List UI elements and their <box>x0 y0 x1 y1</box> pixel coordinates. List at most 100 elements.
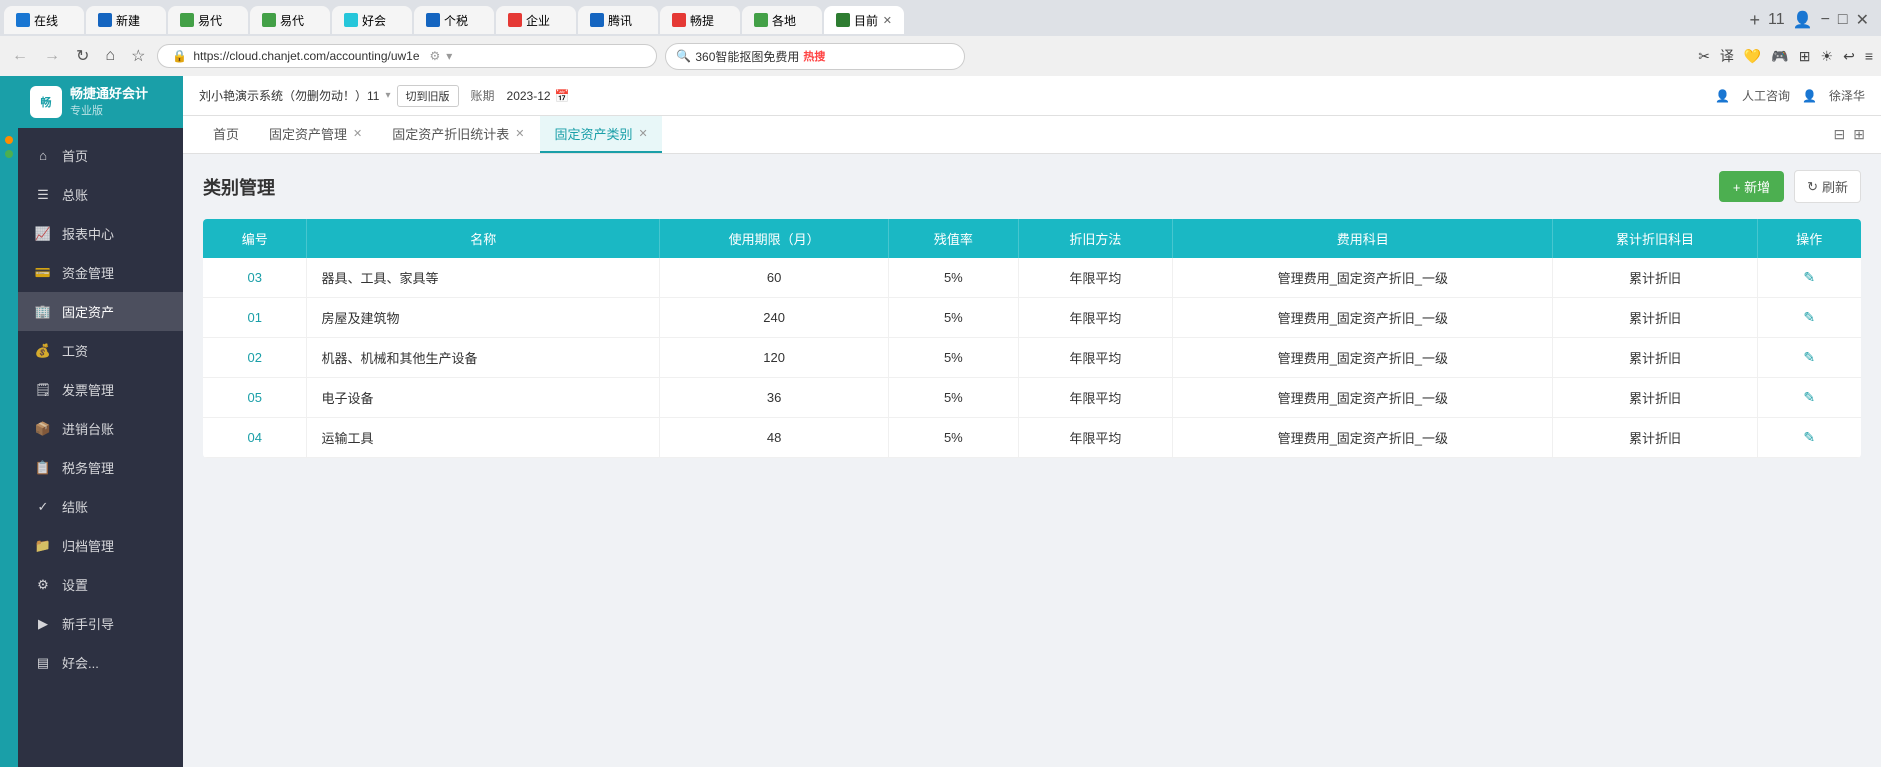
content-tabs: 首页固定资产管理✕固定资产折旧统计表✕固定资产类别✕ ⊟ ⊞ <box>183 116 1881 154</box>
search-area[interactable]: 🔍 360智能抠图免费用 热搜 <box>665 43 965 70</box>
edit-icon[interactable]: ✎ <box>1803 429 1815 445</box>
user-dropdown-arrow[interactable]: ▾ <box>385 90 390 101</box>
sidebar-item-archive[interactable]: 📁归档管理 <box>18 526 183 565</box>
table-header-cell: 折旧方法 <box>1018 219 1172 258</box>
sidebar-item-guide[interactable]: ▶新手引导 <box>18 604 183 643</box>
user-display-name[interactable]: 徐泽华 <box>1829 87 1865 104</box>
browser-tab-tab5[interactable]: 好会 <box>332 6 412 34</box>
add-button[interactable]: + 新增 <box>1719 171 1784 202</box>
cell-code[interactable]: 04 <box>203 418 307 458</box>
menu-icon[interactable]: ≡ <box>1865 48 1873 64</box>
wallet-icon[interactable]: 💛 <box>1744 48 1761 65</box>
new-tab-button[interactable]: + <box>1744 10 1767 31</box>
user-name[interactable]: 刘小艳演示系统（勿删勿动！）11 <box>199 87 379 104</box>
nav-icon-fixed_asset: 🏢 <box>34 303 52 321</box>
collapse-icon[interactable]: ⊟ <box>1834 126 1846 143</box>
cell-edit[interactable]: ✎ <box>1757 298 1861 338</box>
sun-icon[interactable]: ☀ <box>1821 48 1834 65</box>
cell-method: 年限平均 <box>1018 418 1172 458</box>
left-accent-bar <box>0 76 18 767</box>
cell-code[interactable]: 01 <box>203 298 307 338</box>
sidebar-item-settings[interactable]: ⚙设置 <box>18 565 183 604</box>
game-icon[interactable]: 🎮 <box>1771 48 1788 65</box>
sidebar-item-home[interactable]: ⌂首页 <box>18 136 183 175</box>
minimize-icon[interactable]: − <box>1821 11 1830 29</box>
edit-icon[interactable]: ✎ <box>1803 269 1815 285</box>
browser-tab-tab10[interactable]: 各地 <box>742 6 822 34</box>
undo-icon[interactable]: ↩ <box>1843 48 1855 65</box>
sidebar-item-stock[interactable]: 📦进销台账 <box>18 409 183 448</box>
scissors-icon[interactable]: ✂ <box>1698 48 1710 65</box>
sidebar-item-invoice[interactable]: 🗒发票管理 <box>18 370 183 409</box>
expand-icon: ⚙ <box>430 49 441 63</box>
sidebar-item-payroll[interactable]: 💰工资 <box>18 331 183 370</box>
content-tab-fixed_asset_mgmt[interactable]: 固定资产管理✕ <box>255 116 376 153</box>
sidebar-item-report[interactable]: 📈报表中心 <box>18 214 183 253</box>
browser-tab-label: 易代 <box>280 12 318 29</box>
sidebar-item-tax[interactable]: 📋税务管理 <box>18 448 183 487</box>
switch-version-button[interactable]: 切到旧版 <box>397 85 459 107</box>
app-container: 畅 畅捷通好会计 专业版 ⌂首页☰总账📈报表中心💳资金管理🏢固定资产💰工资🗒发票… <box>0 76 1881 767</box>
browser-tab-tab4[interactable]: 易代 <box>250 6 330 34</box>
cell-edit[interactable]: ✎ <box>1757 378 1861 418</box>
cell-accumulated: 累计折旧 <box>1553 298 1757 338</box>
browser-tab-tab9[interactable]: 畅提 <box>660 6 740 34</box>
browser-tab-close-icon[interactable]: ✕ <box>883 14 892 27</box>
browser-tab-tab2[interactable]: 新建 <box>86 6 166 34</box>
grid-icon[interactable]: ⊞ <box>1799 48 1811 65</box>
close-window-icon[interactable]: ✕ <box>1856 10 1869 30</box>
home-button[interactable]: ⌂ <box>101 45 119 67</box>
maximize-icon[interactable]: □ <box>1838 11 1848 29</box>
sidebar-item-fund[interactable]: 💳资金管理 <box>18 253 183 292</box>
forward-button[interactable]: → <box>40 45 64 67</box>
nav-icon-tax: 📋 <box>34 459 52 477</box>
cell-code[interactable]: 05 <box>203 378 307 418</box>
cell-method: 年限平均 <box>1018 258 1172 298</box>
nav-label-home: 首页 <box>62 146 88 165</box>
edit-icon[interactable]: ✎ <box>1803 349 1815 365</box>
fullscreen-icon[interactable]: ⊞ <box>1853 126 1865 143</box>
content-tab-asset_category[interactable]: 固定资产类别✕ <box>540 116 661 153</box>
content-tab-close-asset_category[interactable]: ✕ <box>639 127 648 140</box>
sidebar-item-ledger[interactable]: ☰总账 <box>18 175 183 214</box>
content-tab-close-fixed_asset_mgmt[interactable]: ✕ <box>353 127 362 140</box>
cell-code[interactable]: 03 <box>203 258 307 298</box>
translate-icon[interactable]: 译 <box>1720 46 1734 66</box>
sidebar-item-fixed_asset[interactable]: 🏢固定资产 <box>18 292 183 331</box>
back-button[interactable]: ← <box>8 45 32 67</box>
edit-icon[interactable]: ✎ <box>1803 309 1815 325</box>
calendar-icon[interactable]: 📅 <box>555 89 570 103</box>
cell-period: 60 <box>660 258 889 298</box>
bookmark-button[interactable]: ☆ <box>127 44 149 68</box>
browser-tab-label: 各地 <box>772 12 810 29</box>
browser-tab-tab8[interactable]: 腾讯 <box>578 6 658 34</box>
browser-tab-icon <box>426 13 440 27</box>
sidebar-subtitle: 专业版 <box>70 102 148 118</box>
address-bar: ← → ↻ ⌂ ☆ 🔒 https://cloud.chanjet.com/ac… <box>0 36 1881 76</box>
reload-button[interactable]: ↻ <box>72 44 93 68</box>
sidebar-item-checkout[interactable]: ✓结账 <box>18 487 183 526</box>
cell-code[interactable]: 02 <box>203 338 307 378</box>
browser-tab-label: 目前 <box>854 12 879 29</box>
browser-tab-tab7[interactable]: 企业 <box>496 6 576 34</box>
content-tab-depreciation_table[interactable]: 固定资产折旧统计表✕ <box>378 116 538 153</box>
browser-tab-icon <box>344 13 358 27</box>
tab-bar-right: 11 👤 − □ ✕ <box>1768 10 1877 30</box>
address-input[interactable]: 🔒 https://cloud.chanjet.com/accounting/u… <box>157 44 657 68</box>
nav-label-more: 好会... <box>62 653 99 672</box>
cell-edit[interactable]: ✎ <box>1757 258 1861 298</box>
browser-tab-tab3[interactable]: 易代 <box>168 6 248 34</box>
cell-edit[interactable]: ✎ <box>1757 338 1861 378</box>
refresh-button[interactable]: ↻ 刷新 <box>1794 170 1861 203</box>
browser-tab-tab11[interactable]: 目前 ✕ <box>824 6 904 34</box>
browser-tab-tab1[interactable]: 在线 <box>4 6 84 34</box>
cell-edit[interactable]: ✎ <box>1757 418 1861 458</box>
content-tab-home[interactable]: 首页 <box>199 116 253 153</box>
nav-icon-checkout: ✓ <box>34 498 52 516</box>
sidebar-item-more[interactable]: ▤好会... <box>18 643 183 682</box>
content-tab-close-depreciation_table[interactable]: ✕ <box>515 127 524 140</box>
browser-tab-tab6[interactable]: 个税 <box>414 6 494 34</box>
service-label[interactable]: 人工咨询 <box>1742 87 1790 104</box>
edit-icon[interactable]: ✎ <box>1803 389 1815 405</box>
profile-icon[interactable]: 👤 <box>1793 10 1813 30</box>
